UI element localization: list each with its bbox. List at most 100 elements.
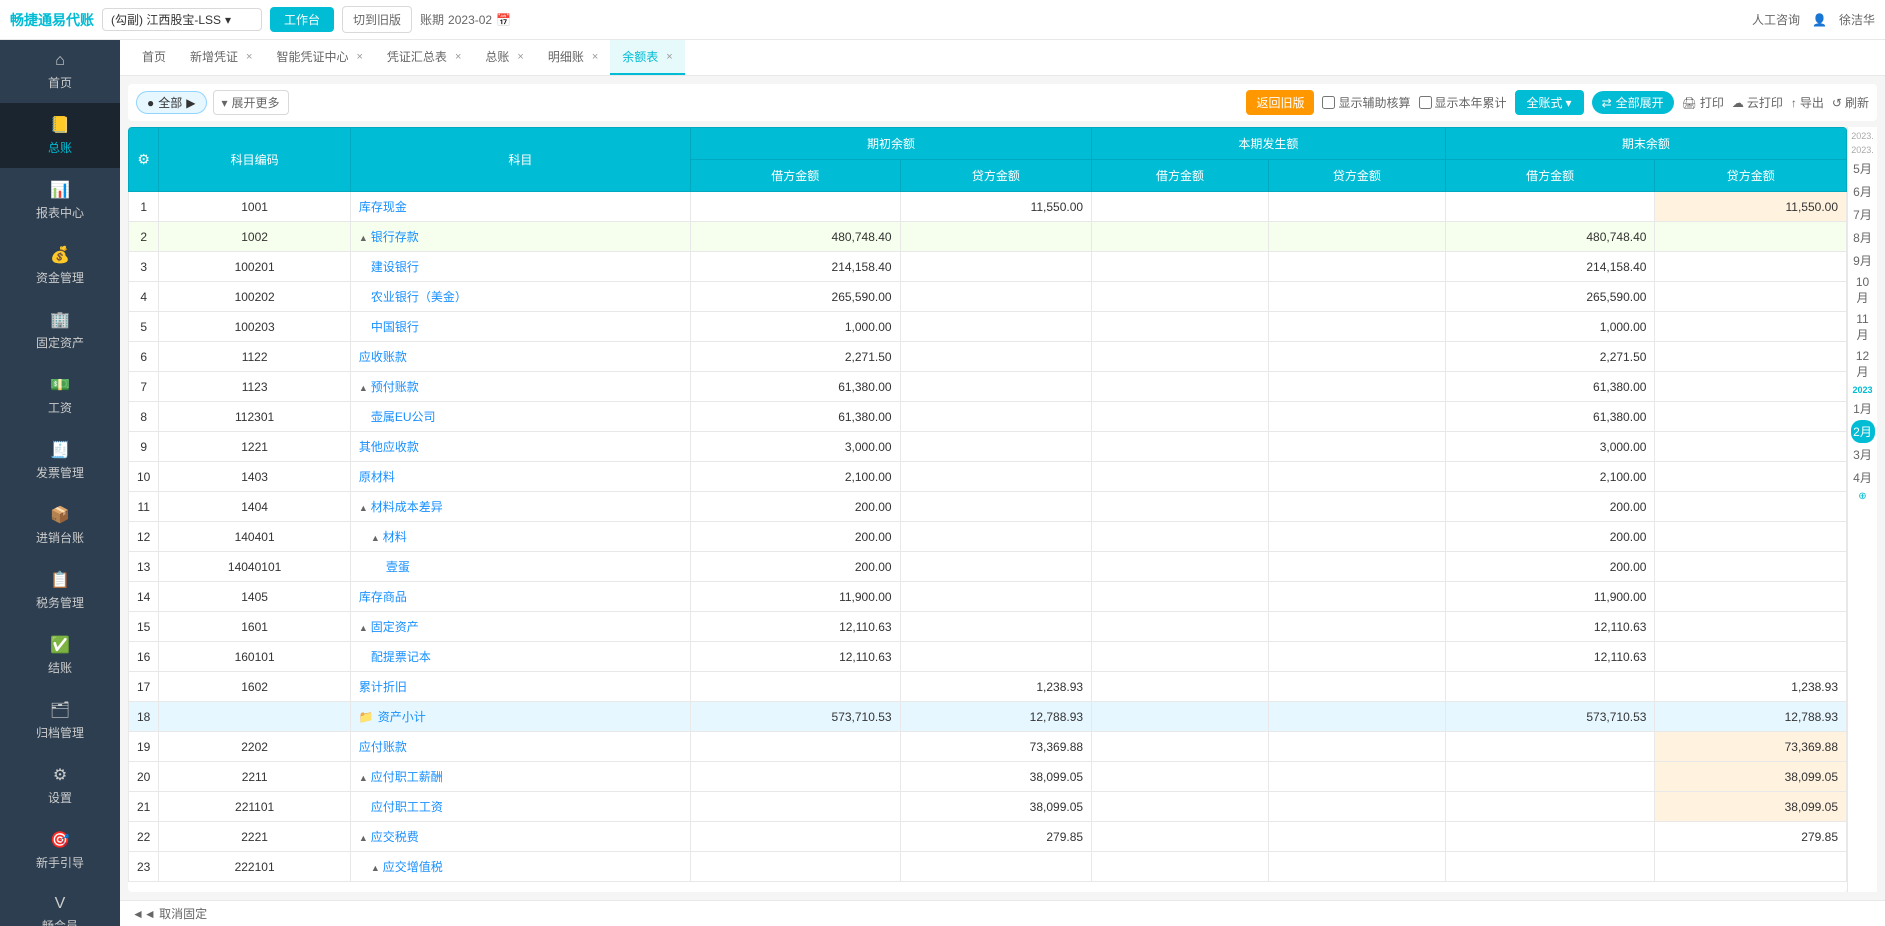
account-link[interactable]: 应付职工薪酬 bbox=[371, 770, 443, 784]
tab-smart-voucher[interactable]: 智能凭证中心 × bbox=[264, 40, 374, 75]
account-link[interactable]: 应付账款 bbox=[359, 740, 407, 754]
timeline-month-7[interactable]: 7月 bbox=[1851, 203, 1875, 226]
expand-icon[interactable]: ▲ bbox=[359, 623, 368, 633]
show-annual-checkbox[interactable]: 显示本年累计 bbox=[1419, 94, 1507, 111]
account-link[interactable]: 农业银行（美金） bbox=[371, 290, 467, 304]
row-name[interactable]: 壹蛋 bbox=[350, 552, 690, 582]
sidebar-item-ledger[interactable]: 📒 总账 bbox=[0, 103, 120, 168]
switch-version-button[interactable]: 切到旧版 bbox=[342, 6, 412, 33]
tab-new-voucher[interactable]: 新增凭证 × bbox=[178, 40, 264, 75]
sidebar-item-purchase[interactable]: 📦 进销台账 bbox=[0, 493, 120, 558]
row-name[interactable]: 原材料 bbox=[350, 462, 690, 492]
account-link[interactable]: 应付职工工资 bbox=[371, 800, 443, 814]
timeline-month-9[interactable]: 9月 bbox=[1851, 249, 1875, 272]
account-link[interactable]: 原材料 bbox=[359, 470, 395, 484]
sidebar-item-payroll[interactable]: 💵 工资 bbox=[0, 363, 120, 428]
row-name[interactable]: ▲应交税费 bbox=[350, 822, 690, 852]
account-link[interactable]: 材料成本差异 bbox=[371, 500, 443, 514]
print-button[interactable]: 🖨 打印 bbox=[1682, 94, 1724, 111]
export-button[interactable]: ↑ 导出 bbox=[1791, 94, 1824, 111]
account-link[interactable]: 配提票记本 bbox=[371, 650, 431, 664]
account-link[interactable]: 壶属EU公司 bbox=[371, 410, 436, 424]
row-name[interactable]: 应付职工工资 bbox=[350, 792, 690, 822]
row-name[interactable]: ▲应交增值税 bbox=[350, 852, 690, 882]
timeline-month-1[interactable]: 1月 bbox=[1851, 397, 1875, 420]
sidebar-item-settlement[interactable]: ✅ 结账 bbox=[0, 623, 120, 688]
account-link[interactable]: 应收账款 bbox=[359, 350, 407, 364]
row-name[interactable]: 配提票记本 bbox=[350, 642, 690, 672]
account-link[interactable]: 材料 bbox=[383, 530, 407, 544]
account-link[interactable]: 库存商品 bbox=[359, 590, 407, 604]
timeline-month-8[interactable]: 8月 bbox=[1851, 226, 1875, 249]
timeline-month-12[interactable]: 12月 bbox=[1851, 346, 1875, 383]
row-name[interactable]: 壶属EU公司 bbox=[350, 402, 690, 432]
tab-ledger[interactable]: 总账 × bbox=[473, 40, 535, 75]
row-name[interactable]: 农业银行（美金） bbox=[350, 282, 690, 312]
sidebar-item-assets[interactable]: 🏢 固定资产 bbox=[0, 298, 120, 363]
row-name[interactable]: ▲材料 bbox=[350, 522, 690, 552]
row-name[interactable]: 库存商品 bbox=[350, 582, 690, 612]
sidebar-item-invoice[interactable]: 🧾 发票管理 bbox=[0, 428, 120, 493]
account-link[interactable]: 预付账款 bbox=[371, 380, 419, 394]
show-auxiliary-checkbox[interactable]: 显示辅助核算 bbox=[1322, 94, 1410, 111]
calendar-icon[interactable]: 📅 bbox=[496, 13, 511, 27]
row-name[interactable]: 库存现金 bbox=[350, 192, 690, 222]
sidebar-item-guide[interactable]: 🎯 新手引导 bbox=[0, 818, 120, 883]
account-link[interactable]: 建设银行 bbox=[371, 260, 419, 274]
tab-balance[interactable]: 余额表 × bbox=[610, 40, 684, 75]
tab-close-balance[interactable]: × bbox=[666, 51, 672, 63]
expand-icon[interactable]: ▲ bbox=[371, 533, 380, 543]
expand-icon[interactable]: ▲ bbox=[359, 383, 368, 393]
expand-icon[interactable]: ▲ bbox=[371, 863, 380, 873]
workbench-button[interactable]: 工作台 bbox=[270, 7, 334, 32]
sidebar-item-member[interactable]: V 畅会员 bbox=[0, 883, 120, 926]
tab-detail[interactable]: 明细账 × bbox=[536, 40, 610, 75]
row-name[interactable]: 累计折旧 bbox=[350, 672, 690, 702]
row-name[interactable]: ▲应付职工薪酬 bbox=[350, 762, 690, 792]
cloud-print-button[interactable]: ☁ 云打印 bbox=[1732, 94, 1783, 111]
expand-icon[interactable]: ▲ bbox=[359, 773, 368, 783]
account-link[interactable]: 应交增值税 bbox=[383, 860, 443, 874]
tab-close-voucher-summary[interactable]: × bbox=[455, 51, 461, 63]
consult-label[interactable]: 人工咨询 bbox=[1752, 11, 1800, 28]
account-link[interactable]: 累计折旧 bbox=[359, 680, 407, 694]
row-name[interactable]: 其他应收款 bbox=[350, 432, 690, 462]
sidebar-item-reports[interactable]: 📊 报表中心 bbox=[0, 168, 120, 233]
annual-checkbox-input[interactable] bbox=[1419, 96, 1432, 109]
row-name[interactable]: ▲预付账款 bbox=[350, 372, 690, 402]
row-name[interactable]: ▲固定资产 bbox=[350, 612, 690, 642]
account-link[interactable]: 应交税费 bbox=[371, 830, 419, 844]
filter-nav-icon[interactable]: ▶ bbox=[186, 96, 195, 110]
account-link[interactable]: 固定资产 bbox=[371, 620, 419, 634]
tab-close-ledger[interactable]: × bbox=[517, 51, 523, 63]
row-name[interactable]: 应付账款 bbox=[350, 732, 690, 762]
refresh-button[interactable]: ↺ 刷新 bbox=[1832, 94, 1869, 111]
sidebar-item-home[interactable]: ⌂ 首页 bbox=[0, 40, 120, 103]
auxiliary-checkbox-input[interactable] bbox=[1322, 96, 1335, 109]
row-name[interactable]: 建设银行 bbox=[350, 252, 690, 282]
timeline-month-3[interactable]: 3月 bbox=[1851, 443, 1875, 466]
expand-icon[interactable]: ▲ bbox=[359, 503, 368, 513]
row-name[interactable]: 应收账款 bbox=[350, 342, 690, 372]
full-style-button[interactable]: 全账式 ▾ bbox=[1515, 90, 1584, 115]
row-name[interactable]: 中国银行 bbox=[350, 312, 690, 342]
tab-close-new-voucher[interactable]: × bbox=[246, 51, 252, 63]
sidebar-item-archive[interactable]: 🗂 归档管理 bbox=[0, 688, 120, 753]
account-link[interactable]: 银行存款 bbox=[371, 230, 419, 244]
unpin-label[interactable]: ◄◄ 取消固定 bbox=[132, 905, 207, 922]
return-old-button[interactable]: 返回旧版 bbox=[1246, 90, 1314, 115]
sidebar-item-capital[interactable]: 💰 资金管理 bbox=[0, 233, 120, 298]
tab-close-detail[interactable]: × bbox=[592, 51, 598, 63]
timeline-month-5[interactable]: 5月 bbox=[1851, 157, 1875, 180]
timeline-month-2[interactable]: 2月 bbox=[1851, 420, 1875, 443]
timeline-expand-btn[interactable]: ⊕ bbox=[1856, 489, 1868, 504]
expand-more-button[interactable]: ▾ 展开更多 bbox=[213, 90, 289, 115]
account-link[interactable]: 壹蛋 bbox=[386, 560, 410, 574]
sidebar-item-tax[interactable]: 📋 税务管理 bbox=[0, 558, 120, 623]
account-link[interactable]: 中国银行 bbox=[371, 320, 419, 334]
expand-icon[interactable]: ▲ bbox=[359, 233, 368, 243]
timeline-month-11[interactable]: 11月 bbox=[1851, 309, 1875, 346]
company-select[interactable]: (勾副) 江西股宝-LSS ▾ bbox=[102, 8, 262, 31]
expand-all-toggle[interactable]: ⇄ 全部展开 bbox=[1592, 91, 1674, 114]
tab-voucher-summary[interactable]: 凭证汇总表 × bbox=[375, 40, 473, 75]
